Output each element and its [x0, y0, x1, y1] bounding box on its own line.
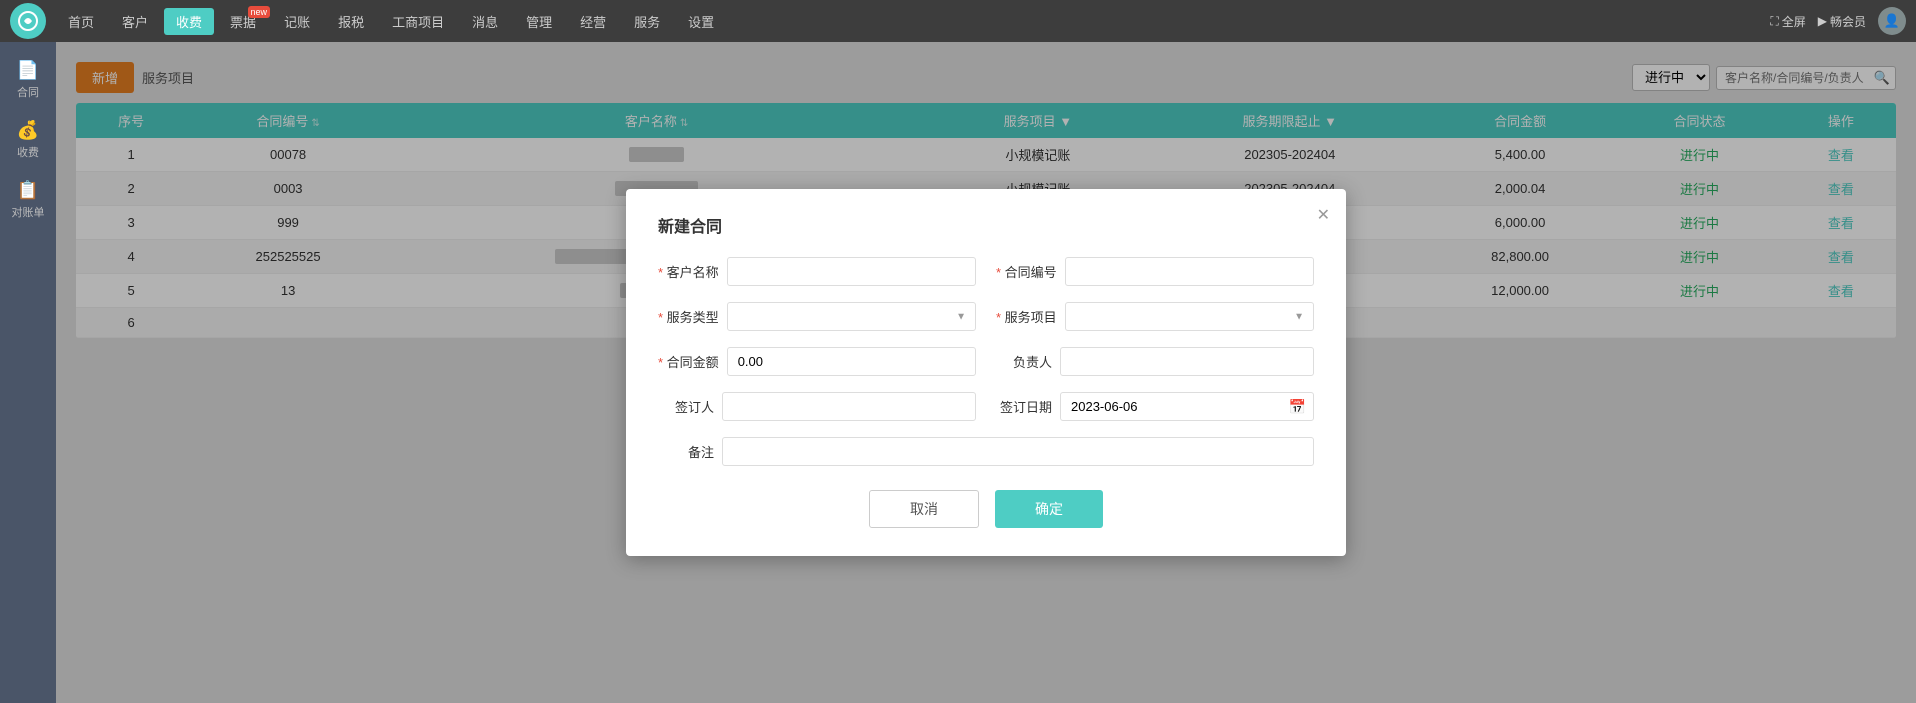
- form-group-service-type: 服务类型: [658, 302, 976, 331]
- confirm-button[interactable]: 确定: [995, 490, 1103, 528]
- modal-title: 新建合同: [658, 213, 1314, 237]
- nav-收费[interactable]: 收费: [164, 8, 214, 35]
- form-group-contract-no: 合同编号: [996, 257, 1314, 286]
- sidebar-contract-label: 合同: [17, 84, 39, 100]
- nav-票据[interactable]: 票据 new: [218, 8, 268, 35]
- 对账单-icon: 📋: [17, 180, 39, 201]
- modal-close-button[interactable]: ✕: [1317, 205, 1330, 225]
- sign-date-input[interactable]: [1060, 392, 1314, 421]
- form-group-responsible: 负责人: [996, 347, 1314, 376]
- signer-label: 签订人: [658, 397, 714, 416]
- nav-服务[interactable]: 服务: [622, 8, 672, 35]
- form-group-amount: 合同金额: [658, 347, 976, 376]
- modal-overlay: 新建合同 ✕ 客户名称 合同编号 服务类型: [56, 42, 1916, 703]
- top-navigation: 首页 客户 收费 票据 new 记账 报税 工商项目 消息 管理 经营 服务 设…: [0, 0, 1916, 42]
- avatar[interactable]: 👤: [1878, 7, 1906, 35]
- remark-input[interactable]: [722, 437, 1314, 466]
- form-group-remark: 备注: [658, 437, 1314, 466]
- sidebar-对账单-label: 对账单: [12, 204, 45, 220]
- nav-items: 首页 客户 收费 票据 new 记账 报税 工商项目 消息 管理 经营 服务 设…: [56, 8, 1770, 35]
- form-group-signer: 签订人: [658, 392, 976, 421]
- app-logo: [10, 3, 46, 39]
- form-row-1: 客户名称 合同编号: [658, 257, 1314, 286]
- sign-date-label: 签订日期: [996, 397, 1052, 416]
- service-item-select-wrap: [1065, 302, 1314, 331]
- remark-label: 备注: [658, 442, 714, 461]
- fullscreen-button[interactable]: ⛶ 全屏: [1770, 13, 1805, 30]
- main-content: 新增 服务项目 进行中 已完成 已取消 🔍 序号 合同编号⇅: [56, 42, 1916, 703]
- service-type-label: 服务类型: [658, 307, 719, 326]
- form-group-customer-name: 客户名称: [658, 257, 976, 286]
- contract-icon: 📄: [17, 60, 39, 81]
- form-row-2: 服务类型 服务项目: [658, 302, 1314, 331]
- responsible-person-input[interactable]: [1060, 347, 1314, 376]
- nav-home[interactable]: 首页: [56, 8, 106, 35]
- vip-button[interactable]: ▶ 畅会员: [1818, 13, 1866, 30]
- sidebar-item-收费[interactable]: 💰 收费: [0, 112, 56, 168]
- responsible-person-label: 负责人: [996, 352, 1052, 371]
- sidebar-item-对账单[interactable]: 📋 对账单: [0, 172, 56, 228]
- amount-input[interactable]: [727, 347, 976, 376]
- vip-label: 畅会员: [1830, 13, 1866, 30]
- form-row-5: 备注: [658, 437, 1314, 466]
- sidebar-item-contract[interactable]: 📄 合同: [0, 52, 56, 108]
- customer-name-label: 客户名称: [658, 262, 719, 281]
- signer-input[interactable]: [722, 392, 976, 421]
- vip-icon: ▶: [1818, 14, 1827, 28]
- nav-管理[interactable]: 管理: [514, 8, 564, 35]
- contract-no-input[interactable]: [1065, 257, 1314, 286]
- service-item-select[interactable]: [1065, 302, 1314, 331]
- nav-消息[interactable]: 消息: [460, 8, 510, 35]
- form-row-3: 合同金额 负责人: [658, 347, 1314, 376]
- app-body: 📄 合同 💰 收费 📋 对账单 新增 服务项目 进行中 已完成 已取消: [0, 42, 1916, 703]
- service-type-select-wrap: [727, 302, 976, 331]
- new-badge: new: [248, 6, 271, 18]
- nav-记账[interactable]: 记账: [272, 8, 322, 35]
- 收费-icon: 💰: [17, 120, 39, 141]
- nav-customer[interactable]: 客户: [110, 8, 160, 35]
- fullscreen-label: 全屏: [1782, 13, 1806, 30]
- avatar-icon: 👤: [1884, 13, 1900, 29]
- form-group-service-item: 服务项目: [996, 302, 1314, 331]
- fullscreen-icon: ⛶: [1770, 14, 1778, 29]
- nav-right-actions: ⛶ 全屏 ▶ 畅会员 👤: [1770, 7, 1906, 35]
- service-type-select[interactable]: [727, 302, 976, 331]
- new-contract-modal: 新建合同 ✕ 客户名称 合同编号 服务类型: [626, 189, 1346, 556]
- sidebar: 📄 合同 💰 收费 📋 对账单: [0, 42, 56, 703]
- form-group-sign-date: 签订日期 📅: [996, 392, 1314, 421]
- contract-no-label: 合同编号: [996, 262, 1057, 281]
- amount-label: 合同金额: [658, 352, 719, 371]
- sign-date-wrap: 📅: [1060, 392, 1314, 421]
- nav-工商项目[interactable]: 工商项目: [380, 8, 456, 35]
- service-item-form-label: 服务项目: [996, 307, 1057, 326]
- cancel-button[interactable]: 取消: [869, 490, 979, 528]
- customer-name-input[interactable]: [727, 257, 976, 286]
- sidebar-收费-label: 收费: [17, 144, 39, 160]
- nav-经营[interactable]: 经营: [568, 8, 618, 35]
- form-row-4: 签订人 签订日期 📅: [658, 392, 1314, 421]
- nav-设置[interactable]: 设置: [676, 8, 726, 35]
- nav-报税[interactable]: 报税: [326, 8, 376, 35]
- modal-footer: 取消 确定: [658, 490, 1314, 528]
